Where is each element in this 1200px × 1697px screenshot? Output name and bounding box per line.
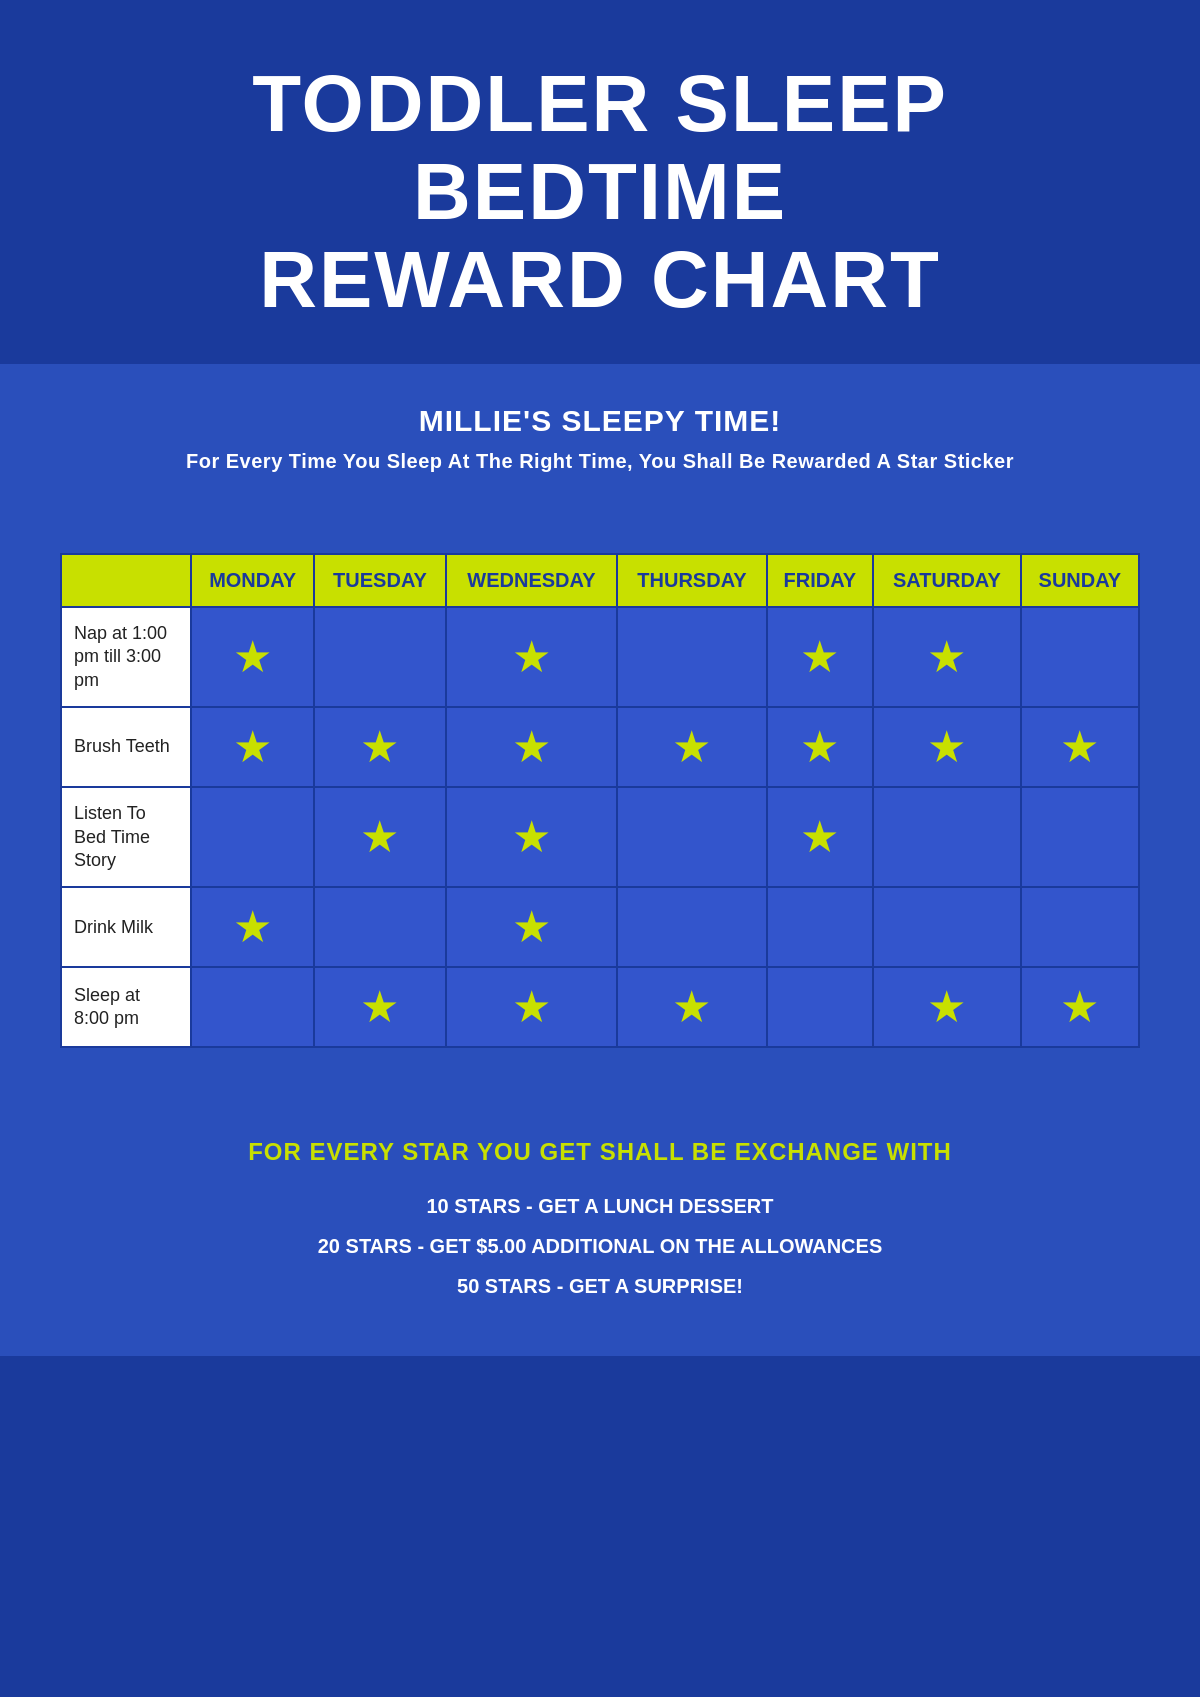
- star-cell-row2-day6: [1021, 787, 1139, 887]
- star-icon: ★: [800, 635, 839, 679]
- star-cell-row3-day5: [873, 887, 1021, 967]
- star-icon: ★: [512, 985, 551, 1029]
- star-icon: ★: [233, 725, 272, 769]
- star-cell-row1-day1: ★: [314, 707, 445, 787]
- star-cell-row0-day0: ★: [191, 607, 314, 707]
- row-label-3: Drink Milk: [61, 887, 191, 967]
- star-cell-row2-day2: ★: [446, 787, 618, 887]
- star-cell-row3-day0: ★: [191, 887, 314, 967]
- star-cell-row0-day2: ★: [446, 607, 618, 707]
- star-icon: ★: [672, 985, 711, 1029]
- star-cell-row1-day5: ★: [873, 707, 1021, 787]
- star-icon: ★: [800, 725, 839, 769]
- middle-section: MILLIE'S SLEEPY TIME! For Every Time You…: [0, 364, 1200, 513]
- star-icon: ★: [1060, 725, 1099, 769]
- star-icon: ★: [512, 905, 551, 949]
- star-cell-row3-day1: [314, 887, 445, 967]
- star-icon: ★: [512, 635, 551, 679]
- header-sunday: SUNDAY: [1021, 554, 1139, 607]
- reward-table: MONDAY TUESDAY WEDNESDAY THURSDAY FRIDAY…: [60, 553, 1140, 1048]
- table-row: Brush Teeth ★ ★ ★ ★ ★ ★ ★: [61, 707, 1139, 787]
- header-empty: [61, 554, 191, 607]
- star-cell-row3-day6: [1021, 887, 1139, 967]
- header-tuesday: TUESDAY: [314, 554, 445, 607]
- row-label-4: Sleep at 8:00 pm: [61, 967, 191, 1047]
- star-cell-row4-day4: [767, 967, 873, 1047]
- star-cell-row4-day0: [191, 967, 314, 1047]
- table-row: Nap at 1:00 pm till 3:00 pm ★ ★ ★ ★: [61, 607, 1139, 707]
- table-row: Sleep at 8:00 pm ★ ★ ★ ★ ★: [61, 967, 1139, 1047]
- star-cell-row2-day0: [191, 787, 314, 887]
- footer-bar: [0, 1637, 1200, 1697]
- star-cell-row4-day1: ★: [314, 967, 445, 1047]
- star-icon: ★: [927, 635, 966, 679]
- row-label-2: Listen To Bed Time Story: [61, 787, 191, 887]
- star-cell-row0-day6: [1021, 607, 1139, 707]
- page-title: TODDLER SLEEP BEDTIME REWARD CHART: [60, 60, 1140, 324]
- header-saturday: SATURDAY: [873, 554, 1021, 607]
- reward-item: 20 STARS - GET $5.00 ADDITIONAL ON THE A…: [60, 1226, 1140, 1266]
- star-cell-row1-day2: ★: [446, 707, 618, 787]
- star-cell-row3-day3: [617, 887, 766, 967]
- star-icon: ★: [233, 635, 272, 679]
- star-icon: ★: [672, 725, 711, 769]
- star-cell-row0-day1: [314, 607, 445, 707]
- star-cell-row3-day2: ★: [446, 887, 618, 967]
- rewards-section: FOR EVERY STAR YOU GET SHALL BE EXCHANGE…: [0, 1088, 1200, 1356]
- description: For Every Time You Sleep At The Right Ti…: [60, 450, 1140, 473]
- star-icon: ★: [233, 905, 272, 949]
- star-cell-row4-day6: ★: [1021, 967, 1139, 1047]
- table-row: Drink Milk ★ ★: [61, 887, 1139, 967]
- header-wednesday: WEDNESDAY: [446, 554, 618, 607]
- star-icon: ★: [512, 815, 551, 859]
- star-cell-row4-day5: ★: [873, 967, 1021, 1047]
- star-cell-row2-day4: ★: [767, 787, 873, 887]
- chart-section: MONDAY TUESDAY WEDNESDAY THURSDAY FRIDAY…: [0, 513, 1200, 1088]
- rewards-title: FOR EVERY STAR YOU GET SHALL BE EXCHANGE…: [60, 1138, 1140, 1166]
- star-cell-row0-day3: [617, 607, 766, 707]
- star-cell-row3-day4: [767, 887, 873, 967]
- star-cell-row2-day5: [873, 787, 1021, 887]
- star-icon: ★: [360, 985, 399, 1029]
- row-label-0: Nap at 1:00 pm till 3:00 pm: [61, 607, 191, 707]
- star-cell-row4-day3: ★: [617, 967, 766, 1047]
- header-friday: FRIDAY: [767, 554, 873, 607]
- star-cell-row2-day1: ★: [314, 787, 445, 887]
- reward-item: 10 STARS - GET A LUNCH DESSERT: [60, 1186, 1140, 1226]
- header-thursday: THURSDAY: [617, 554, 766, 607]
- table-row: Listen To Bed Time Story ★ ★ ★: [61, 787, 1139, 887]
- star-icon: ★: [360, 815, 399, 859]
- star-icon: ★: [927, 725, 966, 769]
- header-section: TODDLER SLEEP BEDTIME REWARD CHART: [0, 0, 1200, 364]
- header-monday: MONDAY: [191, 554, 314, 607]
- subtitle: MILLIE'S SLEEPY TIME!: [60, 404, 1140, 438]
- star-icon: ★: [800, 815, 839, 859]
- star-cell-row4-day2: ★: [446, 967, 618, 1047]
- reward-item: 50 STARS - GET A SURPRISE!: [60, 1266, 1140, 1306]
- row-label-1: Brush Teeth: [61, 707, 191, 787]
- star-cell-row0-day5: ★: [873, 607, 1021, 707]
- star-cell-row1-day6: ★: [1021, 707, 1139, 787]
- star-cell-row1-day3: ★: [617, 707, 766, 787]
- star-cell-row1-day4: ★: [767, 707, 873, 787]
- rewards-list: 10 STARS - GET A LUNCH DESSERT20 STARS -…: [60, 1186, 1140, 1306]
- star-icon: ★: [1060, 985, 1099, 1029]
- star-icon: ★: [512, 725, 551, 769]
- star-cell-row0-day4: ★: [767, 607, 873, 707]
- star-cell-row1-day0: ★: [191, 707, 314, 787]
- star-icon: ★: [927, 985, 966, 1029]
- star-icon: ★: [360, 725, 399, 769]
- star-cell-row2-day3: [617, 787, 766, 887]
